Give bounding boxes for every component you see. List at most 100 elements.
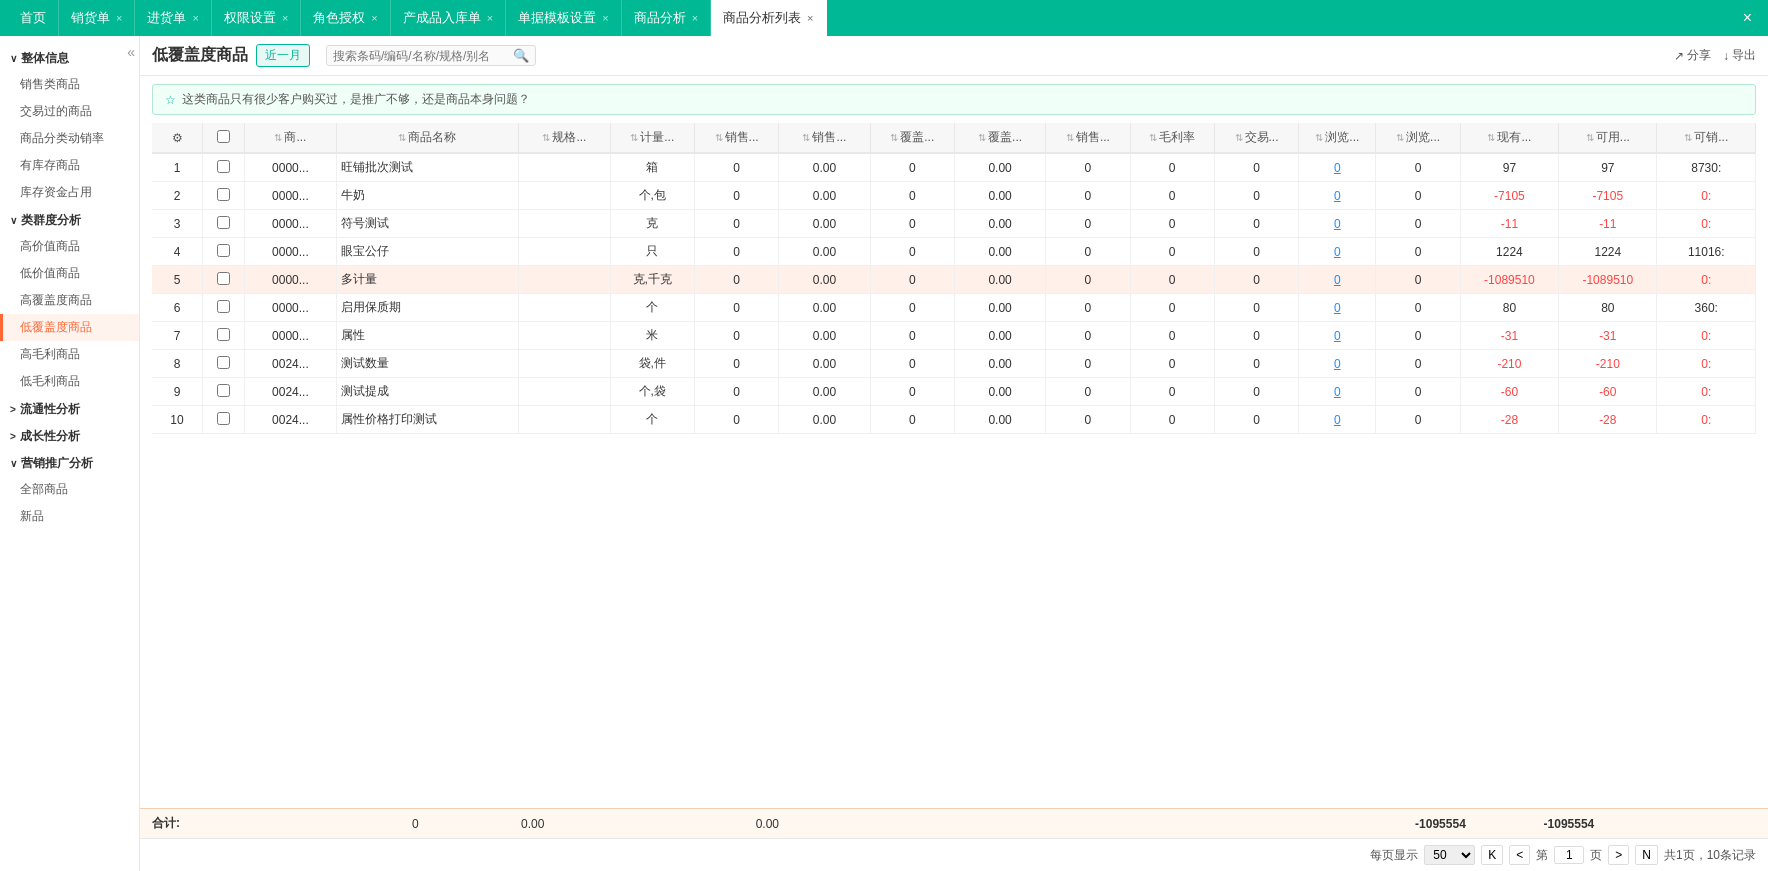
col-cover2[interactable]: ⇅覆盖...	[954, 123, 1045, 153]
col-cover1[interactable]: ⇅覆盖...	[870, 123, 954, 153]
table-cell: 0	[870, 238, 954, 266]
table-cell[interactable]	[203, 153, 245, 182]
table-cell[interactable]	[203, 266, 245, 294]
col-sales3[interactable]: ⇅销售...	[1046, 123, 1130, 153]
col-sales2[interactable]: ⇅销售...	[779, 123, 870, 153]
col-trans[interactable]: ⇅交易...	[1214, 123, 1298, 153]
col-stock2[interactable]: ⇅可用...	[1559, 123, 1657, 153]
table-cell: 0	[1214, 210, 1298, 238]
close-icon[interactable]: ×	[371, 12, 377, 24]
col-settings[interactable]: ⚙	[152, 123, 203, 153]
sidebar-collapse-button[interactable]: «	[127, 44, 135, 60]
table-cell: 360:	[1657, 294, 1756, 322]
sidebar-item-all-goods[interactable]: 全部商品	[0, 476, 139, 503]
col-sales1[interactable]: ⇅销售...	[694, 123, 778, 153]
nav-tab-analysis[interactable]: 商品分析 ×	[622, 0, 711, 36]
sidebar-group-growth[interactable]: > 成长性分析	[0, 422, 139, 449]
table-container[interactable]: ⚙ ⇅商... ⇅商品名称 ⇅规格... ⇅计量... ⇅销售... ⇅销售..…	[140, 123, 1768, 808]
sidebar-group-cluster[interactable]: ∨ 类群度分析	[0, 206, 139, 233]
nav-tab-role[interactable]: 角色授权 ×	[301, 0, 390, 36]
share-button[interactable]: ↗ 分享	[1674, 47, 1711, 64]
sidebar-item-high-value[interactable]: 高价值商品	[0, 233, 139, 260]
first-page-button[interactable]: K	[1481, 845, 1503, 865]
nav-tab-permission[interactable]: 权限设置 ×	[212, 0, 301, 36]
table-cell[interactable]	[203, 350, 245, 378]
col-name[interactable]: ⇅商品名称	[336, 123, 519, 153]
table-cell: 80	[1559, 294, 1657, 322]
page-size-select[interactable]: 50 100 200	[1424, 845, 1475, 865]
close-icon[interactable]: ×	[807, 12, 813, 24]
table-cell: 0	[1130, 266, 1214, 294]
select-all-checkbox[interactable]	[217, 130, 230, 143]
table-cell[interactable]	[203, 238, 245, 266]
table-cell[interactable]	[203, 322, 245, 350]
table-header-row: ⚙ ⇅商... ⇅商品名称 ⇅规格... ⇅计量... ⇅销售... ⇅销售..…	[152, 123, 1756, 153]
sidebar-group-marketing[interactable]: ∨ 营销推广分析	[0, 449, 139, 476]
col-browse2[interactable]: ⇅浏览...	[1376, 123, 1460, 153]
table-row: 10000...旺铺批次测试箱00.0000.000000097978730:	[152, 153, 1756, 182]
export-button[interactable]: ↓ 导出	[1723, 47, 1756, 64]
close-icon[interactable]: ×	[602, 12, 608, 24]
table-cell: 个,袋	[610, 378, 694, 406]
table-cell[interactable]	[203, 182, 245, 210]
sidebar-item-traded-goods[interactable]: 交易过的商品	[0, 98, 139, 125]
table-cell[interactable]	[203, 294, 245, 322]
col-unit[interactable]: ⇅计量...	[610, 123, 694, 153]
nav-tab-product-storage[interactable]: 产成品入库单 ×	[391, 0, 506, 36]
sidebar-item-category-rate[interactable]: 商品分类动销率	[0, 125, 139, 152]
table-cell[interactable]	[203, 378, 245, 406]
table-cell: -7105	[1559, 182, 1657, 210]
sidebar-item-stock-goods[interactable]: 有库存商品	[0, 152, 139, 179]
nav-tab-sales[interactable]: 销货单 ×	[59, 0, 135, 36]
close-all-button[interactable]: ×	[1735, 9, 1760, 27]
table-cell: 只	[610, 238, 694, 266]
sidebar-group-overall[interactable]: ∨ 整体信息	[0, 44, 139, 71]
table-cell: 9	[152, 378, 203, 406]
prev-page-button[interactable]: <	[1509, 845, 1530, 865]
col-spec[interactable]: ⇅规格...	[519, 123, 610, 153]
table-cell: 克,千克	[610, 266, 694, 294]
table-cell[interactable]	[203, 210, 245, 238]
sidebar-item-low-value[interactable]: 低价值商品	[0, 260, 139, 287]
next-page-button[interactable]: >	[1608, 845, 1629, 865]
close-icon[interactable]: ×	[116, 12, 122, 24]
nav-tab-analysis-list[interactable]: 商品分析列表 ×	[711, 0, 826, 36]
col-browse1[interactable]: ⇅浏览...	[1299, 123, 1376, 153]
table-cell: 牛奶	[336, 182, 519, 210]
table-row: 50000...多计量克,千克00.0000.0000000-1089510-1…	[152, 266, 1756, 294]
sidebar-group-circulation[interactable]: > 流通性分析	[0, 395, 139, 422]
search-input[interactable]	[333, 49, 513, 63]
close-icon[interactable]: ×	[487, 12, 493, 24]
footer-sales3	[829, 817, 941, 831]
close-icon[interactable]: ×	[192, 12, 198, 24]
sidebar-item-stock-fund[interactable]: 库存资金占用	[0, 179, 139, 206]
sidebar-item-low-margin[interactable]: 低毛利商品	[0, 368, 139, 395]
nav-tab-purchase[interactable]: 进货单 ×	[135, 0, 211, 36]
close-icon[interactable]: ×	[282, 12, 288, 24]
page-title: 低覆盖度商品	[152, 45, 248, 66]
last-page-button[interactable]: N	[1635, 845, 1658, 865]
col-stock3[interactable]: ⇅可销...	[1657, 123, 1756, 153]
sidebar-item-new-goods[interactable]: 新品	[0, 503, 139, 530]
page-number-input[interactable]	[1554, 846, 1584, 864]
col-margin[interactable]: ⇅毛利率	[1130, 123, 1214, 153]
sidebar-item-low-coverage[interactable]: 低覆盖度商品	[0, 314, 139, 341]
table-cell: 0	[1299, 238, 1376, 266]
table-cell[interactable]	[203, 406, 245, 434]
table-cell: 米	[610, 322, 694, 350]
col-code[interactable]: ⇅商...	[245, 123, 336, 153]
nav-tab-home[interactable]: 首页	[8, 0, 59, 36]
close-icon[interactable]: ×	[692, 12, 698, 24]
time-filter-button[interactable]: 近一月	[256, 44, 310, 67]
table-cell: 5	[152, 266, 203, 294]
sidebar-item-high-margin[interactable]: 高毛利商品	[0, 341, 139, 368]
nav-tab-template[interactable]: 单据模板设置 ×	[506, 0, 621, 36]
col-checkbox[interactable]	[203, 123, 245, 153]
info-banner: ☆ 这类商品只有很少客户购买过，是推广不够，还是商品本身问题？	[152, 84, 1756, 115]
col-stock1[interactable]: ⇅现有...	[1460, 123, 1558, 153]
table-cell: 属性价格打印测试	[336, 406, 519, 434]
sidebar-item-sales-goods[interactable]: 销售类商品	[0, 71, 139, 98]
sidebar-item-high-coverage[interactable]: 高覆盖度商品	[0, 287, 139, 314]
table-cell: 0	[870, 378, 954, 406]
table-cell: 0	[1376, 153, 1460, 182]
